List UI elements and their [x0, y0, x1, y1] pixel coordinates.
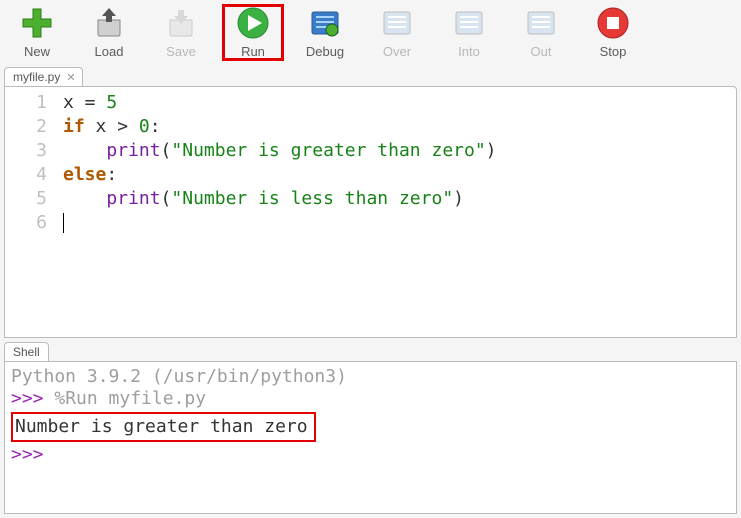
shell-line: >>> [11, 444, 730, 466]
shell-panel[interactable]: Python 3.9.2 (/usr/bin/python3) >>> %Run… [4, 361, 737, 514]
line-number: 4 [11, 163, 47, 187]
line-number: 2 [11, 115, 47, 139]
line-gutter: 1 2 3 4 5 6 [5, 87, 57, 337]
load-icon [92, 6, 126, 40]
over-button[interactable]: Over [368, 6, 426, 59]
line-number: 1 [11, 91, 47, 115]
stop-button[interactable]: Stop [584, 6, 642, 59]
out-label: Out [531, 44, 552, 59]
tab-myfile[interactable]: myfile.py ✕ [4, 67, 83, 86]
step-into-icon [452, 6, 486, 40]
code-line: print("Number is greater than zero") [63, 139, 497, 163]
plus-icon [20, 6, 54, 40]
shell-prompt: >>> [11, 388, 44, 409]
into-label: Into [458, 44, 480, 59]
stop-icon [596, 6, 630, 40]
tab-shell[interactable]: Shell [4, 342, 49, 361]
into-button[interactable]: Into [440, 6, 498, 59]
close-icon[interactable]: ✕ [64, 71, 77, 84]
code-editor[interactable]: 1 2 3 4 5 6 x = 5if x > 0: print("Number… [4, 86, 737, 338]
shell-prompt: >>> [11, 444, 44, 465]
shell-tabs: Shell [0, 338, 741, 361]
line-number: 5 [11, 187, 47, 211]
new-label: New [24, 44, 50, 59]
run-label: Run [241, 44, 265, 59]
shell-output-highlight: Number is greater than zero [11, 412, 316, 442]
stop-label: Stop [600, 44, 627, 59]
shell-tab-label: Shell [13, 345, 40, 359]
code-content[interactable]: x = 5if x > 0: print("Number is greater … [57, 87, 503, 337]
shell-output: Number is greater than zero [15, 416, 308, 437]
code-line: else: [63, 163, 497, 187]
code-line: x = 5 [63, 91, 497, 115]
out-button[interactable]: Out [512, 6, 570, 59]
new-button[interactable]: New [8, 6, 66, 59]
save-label: Save [166, 44, 196, 59]
tab-filename: myfile.py [13, 70, 60, 84]
code-line: print("Number is less than zero") [63, 187, 497, 211]
save-button[interactable]: Save [152, 6, 210, 59]
run-button[interactable]: Run [224, 6, 282, 59]
shell-line: >>> %Run myfile.py [11, 388, 730, 410]
step-over-icon [380, 6, 414, 40]
save-icon [164, 6, 198, 40]
step-out-icon [524, 6, 558, 40]
debug-label: Debug [306, 44, 344, 59]
code-line [63, 211, 497, 235]
cursor [63, 213, 64, 233]
toolbar: New Load Save Run Debug Over Into [0, 0, 741, 61]
line-number: 3 [11, 139, 47, 163]
debug-icon [308, 6, 342, 40]
play-icon [236, 6, 270, 40]
load-button[interactable]: Load [80, 6, 138, 59]
line-number: 6 [11, 211, 47, 235]
over-label: Over [383, 44, 411, 59]
debug-button[interactable]: Debug [296, 6, 354, 59]
load-label: Load [95, 44, 124, 59]
editor-tabs: myfile.py ✕ [0, 61, 741, 86]
shell-version: Python 3.9.2 (/usr/bin/python3) [11, 366, 730, 388]
code-line: if x > 0: [63, 115, 497, 139]
shell-command: %Run myfile.py [44, 388, 207, 409]
